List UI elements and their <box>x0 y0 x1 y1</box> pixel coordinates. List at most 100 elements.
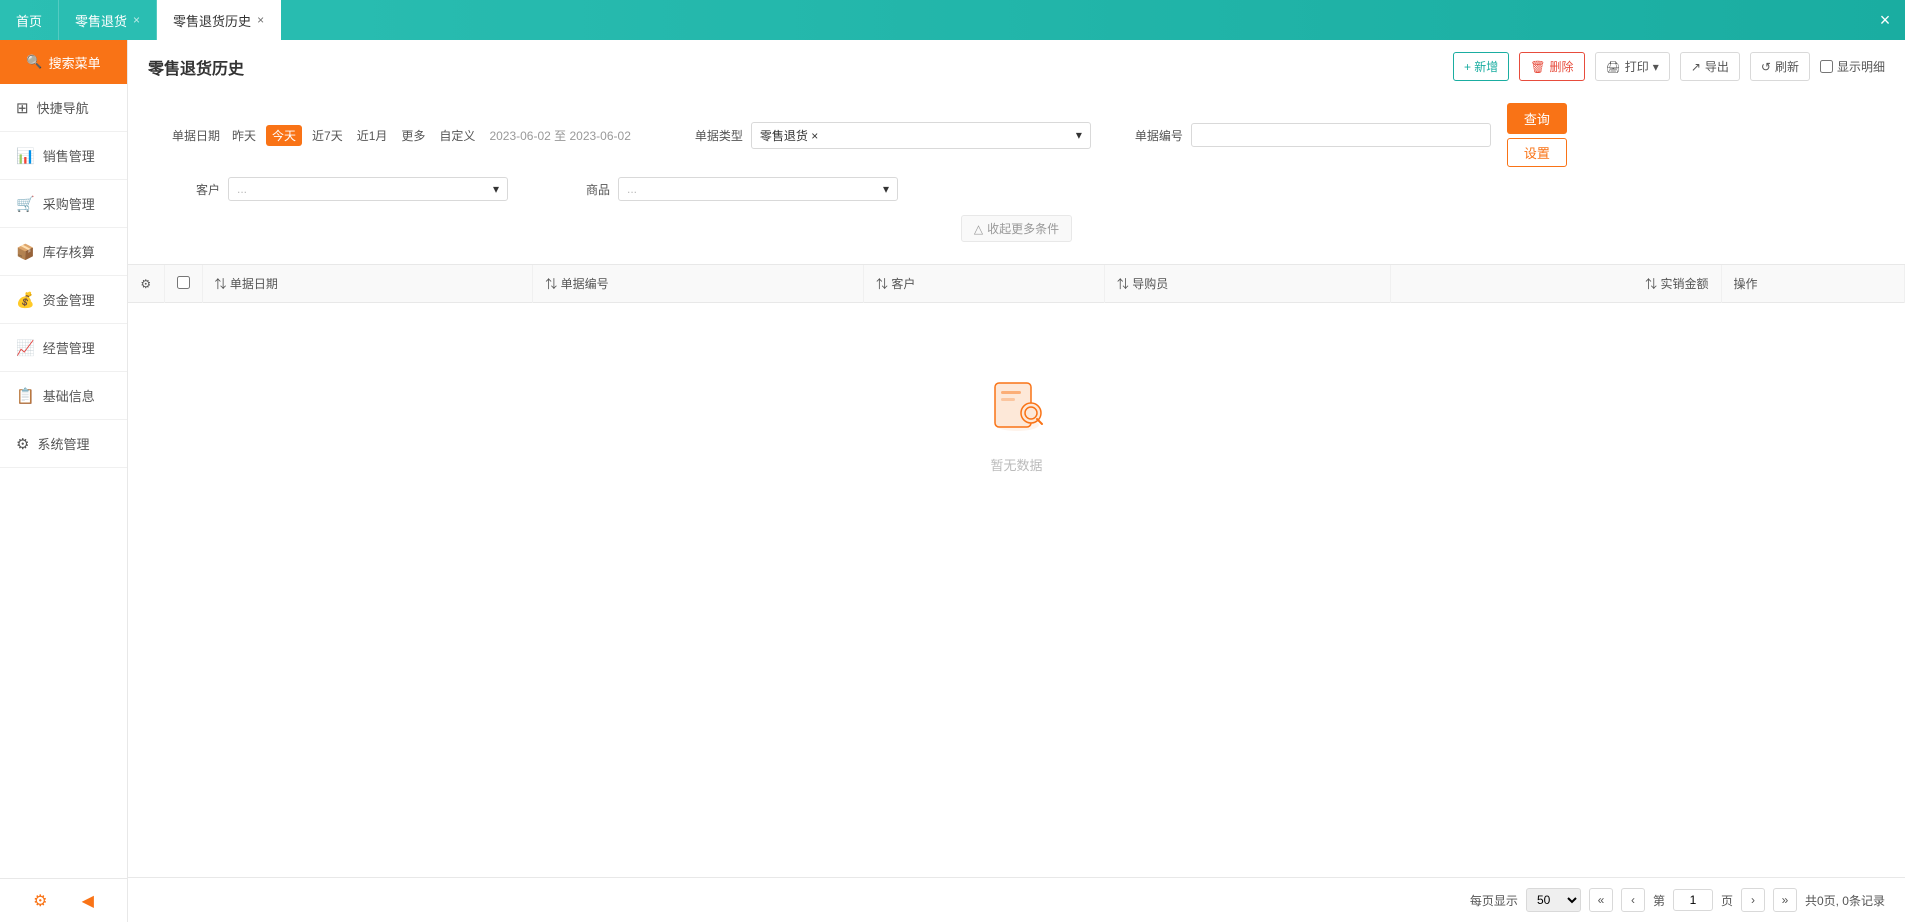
goods-filter-dropdown[interactable]: ... ▾ <box>618 177 898 201</box>
date-opt-7days[interactable]: 近7天 <box>308 125 347 146</box>
page-unit: 页 <box>1721 892 1733 909</box>
next-page-button[interactable]: › <box>1741 888 1765 912</box>
pagination: 每页显示 50 10 20 100 « ‹ 第 页 › » 共0页, 0条记录 <box>128 877 1905 922</box>
system-mgmt-icon: ⚙ <box>16 435 29 453</box>
sidebar-item-finance[interactable]: 💰 资金管理 <box>0 276 127 324</box>
remove-type-tag[interactable]: × <box>811 129 818 143</box>
show-detail-checkbox[interactable] <box>1820 60 1833 73</box>
purchase-icon: 🛒 <box>16 195 35 213</box>
total-label: 共0页, 0条记录 <box>1805 892 1885 909</box>
th-checkbox[interactable] <box>164 265 202 303</box>
number-filter-input[interactable] <box>1191 123 1491 147</box>
data-table: ⚙ ⇅ 单据日期 ⇅ 单据编号 <box>128 265 1905 303</box>
page-size-label: 每页显示 <box>1470 892 1518 909</box>
th-date[interactable]: ⇅ 单据日期 <box>202 265 533 303</box>
export-button[interactable]: ↗ 导出 <box>1680 52 1740 81</box>
page-size-select[interactable]: 50 10 20 100 <box>1526 888 1581 912</box>
collapse-button[interactable]: △ 收起更多条件 <box>961 215 1072 242</box>
close-tab-retail-return-history[interactable]: × <box>257 13 264 27</box>
table-wrap: ⚙ ⇅ 单据日期 ⇅ 单据编号 <box>128 265 1905 877</box>
sidebar-item-system-mgmt[interactable]: ⚙ 系统管理 <box>0 420 127 468</box>
type-tag: 零售退货 × <box>760 127 818 144</box>
refresh-icon: ↺ <box>1761 60 1771 74</box>
close-tab-retail-return[interactable]: × <box>133 13 140 27</box>
sidebar-item-sales-mgmt[interactable]: 📊 销售管理 <box>0 132 127 180</box>
empty-text: 暂无数据 <box>990 455 1042 474</box>
sidebar-item-inventory[interactable]: 📦 库存核算 <box>0 228 127 276</box>
filter-row-customer: 客户 ... ▾ 商品 ... ▾ <box>148 177 1885 201</box>
delete-icon: 🗑 <box>1530 60 1545 74</box>
empty-state: 暂无数据 <box>128 303 1905 534</box>
date-opt-yesterday[interactable]: 昨天 <box>228 125 260 146</box>
basic-info-icon: 📋 <box>16 387 35 405</box>
page-header: 零售退货历史 + 新增 🗑 删除 🖨 打印 ▾ ↗ <box>128 40 1905 265</box>
date-range-display: 2023-06-02 至 2023-06-02 <box>489 127 630 144</box>
print-dropdown-icon: ▾ <box>1653 60 1659 74</box>
date-opt-today[interactable]: 今天 <box>266 125 302 146</box>
settings-button[interactable]: 设置 <box>1507 138 1567 167</box>
sidebar-search[interactable]: 🔍 搜索菜单 <box>0 40 127 84</box>
sidebar-item-basic-info[interactable]: 📋 基础信息 <box>0 372 127 420</box>
number-filter-label: 单据编号 <box>1111 127 1191 144</box>
goods-dropdown-arrow: ▾ <box>883 182 889 196</box>
operations-icon: 📈 <box>16 339 35 357</box>
sidebar-item-operations[interactable]: 📈 经营管理 <box>0 324 127 372</box>
page-label: 第 <box>1653 892 1665 909</box>
finance-icon: 💰 <box>16 291 35 309</box>
sidebar-item-purchase-mgmt[interactable]: 🛒 采购管理 <box>0 180 127 228</box>
prev-page-button[interactable]: ‹ <box>1621 888 1645 912</box>
date-opt-1month[interactable]: 近1月 <box>353 125 392 146</box>
last-page-button[interactable]: » <box>1773 888 1797 912</box>
type-filter-dropdown[interactable]: 零售退货 × ▾ <box>751 122 1091 149</box>
content-area: 零售退货历史 + 新增 🗑 删除 🖨 打印 ▾ ↗ <box>128 40 1905 922</box>
sidebar-audio-btn[interactable]: ◀ <box>82 891 94 911</box>
tab-retail-return-history[interactable]: 零售退货历史 × <box>157 0 281 40</box>
close-window-button[interactable]: × <box>1865 0 1905 40</box>
customer-filter-label: 客户 <box>148 181 228 198</box>
th-number[interactable]: ⇅ 单据编号 <box>533 265 864 303</box>
page-number-input[interactable] <box>1673 889 1713 911</box>
th-settings[interactable]: ⚙ <box>128 265 164 303</box>
query-button[interactable]: 查询 <box>1507 103 1567 134</box>
date-opt-more[interactable]: 更多 <box>397 125 429 146</box>
print-icon: 🖨 <box>1606 60 1621 74</box>
type-dropdown-arrow: ▾ <box>1076 128 1082 142</box>
show-detail-checkbox-wrap[interactable]: 显示明细 <box>1820 58 1885 75</box>
collapse-up-icon: △ <box>974 222 983 236</box>
print-button[interactable]: 🖨 打印 ▾ <box>1595 52 1670 81</box>
delete-button[interactable]: 🗑 删除 <box>1519 52 1584 81</box>
th-amount[interactable]: ⇅ 实销金额 <box>1390 265 1721 303</box>
empty-state-icon <box>977 363 1057 443</box>
filter-area: 单据日期 昨天 今天 近7天 近1月 更多 自定义 2023-06-02 至 2… <box>148 93 1885 264</box>
customer-filter-dropdown[interactable]: ... ▾ <box>228 177 508 201</box>
page-title: 零售退货历史 <box>148 55 244 79</box>
first-page-button[interactable]: « <box>1589 888 1613 912</box>
top-nav: 首页 零售退货 × 零售退货历史 × × <box>0 0 1905 40</box>
export-icon: ↗ <box>1691 60 1701 74</box>
inventory-icon: 📦 <box>16 243 35 261</box>
search-icon: 🔍 <box>26 54 42 70</box>
type-filter-label: 单据类型 <box>671 127 751 144</box>
select-all-checkbox[interactable] <box>177 276 190 289</box>
date-opt-custom[interactable]: 自定义 <box>435 125 479 146</box>
tab-retail-return[interactable]: 零售退货 × <box>59 0 157 40</box>
goods-filter-label: 商品 <box>538 181 618 198</box>
sidebar-bottom: ⚙ ◀ <box>0 878 127 922</box>
quick-nav-icon: ⊞ <box>16 99 29 117</box>
toolbar: + 新增 🗑 删除 🖨 打印 ▾ ↗ 导出 <box>1453 52 1885 81</box>
customer-dropdown-arrow: ▾ <box>493 182 499 196</box>
th-customer[interactable]: ⇅ 客户 <box>864 265 1105 303</box>
refresh-button[interactable]: ↺ 刷新 <box>1750 52 1810 81</box>
date-filter-label: 单据日期 <box>148 127 228 144</box>
date-options: 昨天 今天 近7天 近1月 更多 自定义 <box>228 125 479 146</box>
filter-row-date: 单据日期 昨天 今天 近7天 近1月 更多 自定义 2023-06-02 至 2… <box>148 103 1885 167</box>
new-button[interactable]: + 新增 <box>1453 52 1509 81</box>
sidebar-item-quick-nav[interactable]: ⊞ 快捷导航 <box>0 84 127 132</box>
sales-icon: 📊 <box>16 147 35 165</box>
tab-home[interactable]: 首页 <box>0 0 59 40</box>
th-actions: 操作 <box>1721 265 1904 303</box>
th-guide[interactable]: ⇅ 导购员 <box>1104 265 1390 303</box>
settings-col-icon[interactable]: ⚙ <box>140 277 151 291</box>
sidebar-settings-btn[interactable]: ⚙ <box>33 891 47 911</box>
sidebar: 🔍 搜索菜单 ⊞ 快捷导航 📊 销售管理 🛒 采购管理 📦 库存核算 💰 资金管… <box>0 40 128 922</box>
